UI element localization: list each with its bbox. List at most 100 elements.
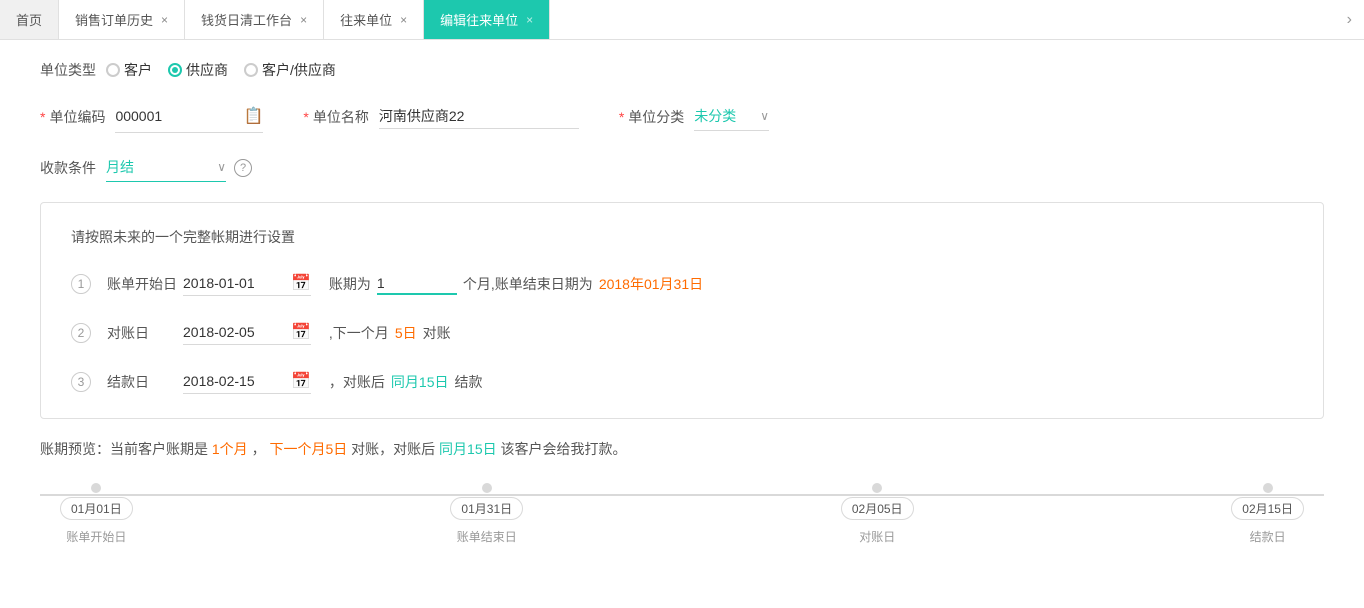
tl-point-1: 01月31日 账单结束日 <box>450 483 523 545</box>
unit-code-input-wrap: 📋 <box>115 100 263 133</box>
tab-cash-work[interactable]: 钱货日清工作台 × <box>185 0 324 39</box>
tab-cash-work-label: 钱货日清工作台 <box>201 10 292 29</box>
radio-customer-circle <box>106 63 120 77</box>
help-icon[interactable]: ? <box>234 159 252 177</box>
section-title: 请按照未来的一个完整帐期进行设置 <box>71 227 1293 247</box>
unit-name-star: * <box>303 109 308 125</box>
tab-home-label: 首页 <box>16 10 42 29</box>
tl-desc-0: 账单开始日 <box>66 528 126 545</box>
row-number-3: 3 <box>71 372 91 392</box>
row-highlight-3: 同月15日 <box>391 372 449 392</box>
payment-row: 收款条件 月结 ∨ ? <box>40 153 1324 182</box>
tab-partner-unit[interactable]: 往来单位 × <box>324 0 424 39</box>
payment-chevron-icon: ∨ <box>217 160 226 174</box>
unit-details-row: * 单位编码 📋 * 单位名称 * 单位分类 未分类 ∨ <box>40 100 1324 133</box>
tab-sales-history-label: 销售订单历史 <box>75 10 153 29</box>
row-middle-text-1: 账期为 <box>329 274 371 294</box>
calendar-icon-2[interactable]: 📅 <box>291 322 311 342</box>
unit-code-group: * 单位编码 📋 <box>40 100 263 133</box>
unit-category-select[interactable]: 未分类 ∨ <box>694 102 769 131</box>
radio-supplier[interactable]: 供应商 <box>168 60 228 80</box>
calendar-icon-1[interactable]: 📅 <box>291 273 311 293</box>
tl-dot-3 <box>1263 483 1273 493</box>
calendar-icon-3[interactable]: 📅 <box>291 371 311 391</box>
period-input[interactable] <box>377 273 457 295</box>
preview-part3: 同月15日 <box>439 441 497 457</box>
tab-home[interactable]: 首页 <box>0 0 59 39</box>
unit-code-icon[interactable]: 📋 <box>243 106 263 126</box>
row-highlight-1: 2018年01月31日 <box>599 274 703 294</box>
preview-part2: 下一个月5日 <box>269 441 347 457</box>
row-suffix-before-3: ，对账后 <box>329 372 385 392</box>
tl-point-3: 02月15日 结款日 <box>1231 483 1304 545</box>
payment-label: 收款条件 <box>40 158 96 178</box>
payment-group: 收款条件 月结 ∨ ? <box>40 153 252 182</box>
tl-point-0: 01月01日 账单开始日 <box>60 483 133 545</box>
row-suffix-before-2: ,下一个月 <box>329 323 389 343</box>
date-input-3[interactable] <box>183 373 283 389</box>
date-input-wrap-3: 📅 <box>183 369 311 394</box>
tab-arrow[interactable]: › <box>1335 11 1364 29</box>
unit-category-label: 单位分类 <box>628 107 684 127</box>
row-number-1: 1 <box>71 274 91 294</box>
preview-label: 账期预览：当前客户账期是 <box>40 441 208 457</box>
main-content: 单位类型 客户 供应商 客户/供应商 * 单位编码 <box>0 40 1364 608</box>
unit-code-label: 单位编码 <box>49 107 105 127</box>
row-suffix-1: 个月,账单结束日期为 <box>463 274 593 294</box>
tab-bar: 首页 销售订单历史 × 钱货日清工作台 × 往来单位 × 编辑往来单位 × › <box>0 0 1364 40</box>
row-highlight-2: 5日 <box>395 323 417 343</box>
timeline-row-3: 3 结款日 📅 ，对账后 同月15日 结款 <box>71 369 1293 394</box>
tab-sales-history-close[interactable]: × <box>161 13 168 27</box>
tl-date-2: 02月05日 <box>841 497 914 520</box>
radio-supplier-label: 供应商 <box>186 60 228 80</box>
setting-section: 请按照未来的一个完整帐期进行设置 1 账单开始日 📅 账期为 个月,账单结束日期… <box>40 202 1324 419</box>
preview-comma: ， <box>252 441 266 457</box>
radio-supplier-circle <box>168 63 182 77</box>
timeline-row-2: 2 对账日 📅 ,下一个月 5日 对账 <box>71 320 1293 345</box>
tab-partner-unit-close[interactable]: × <box>400 13 407 27</box>
tab-edit-partner-close[interactable]: × <box>526 13 533 27</box>
tab-edit-partner[interactable]: 编辑往来单位 × <box>424 0 550 39</box>
preview-middle: 对账，对账后 <box>351 441 435 457</box>
unit-name-label: 单位名称 <box>313 107 369 127</box>
tl-dot-2 <box>872 483 882 493</box>
tab-sales-history[interactable]: 销售订单历史 × <box>59 0 185 39</box>
radio-both[interactable]: 客户/供应商 <box>244 60 336 80</box>
payment-value: 月结 <box>106 157 211 177</box>
unit-category-group: * 单位分类 未分类 ∨ <box>619 102 769 131</box>
tl-dot-1 <box>482 483 492 493</box>
date-input-wrap-1: 📅 <box>183 271 311 296</box>
timeline-row-1: 1 账单开始日 📅 账期为 个月,账单结束日期为 2018年01月31日 <box>71 271 1293 296</box>
unit-code-star: * <box>40 109 45 125</box>
tab-edit-partner-label: 编辑往来单位 <box>440 10 518 29</box>
row-label-3: 结款日 <box>107 372 167 392</box>
unit-name-input[interactable] <box>379 104 579 129</box>
row-suffix-after-3: 结款 <box>455 372 483 392</box>
row-suffix-after-2: 对账 <box>423 323 451 343</box>
preview-part1: 1个月 <box>212 441 248 457</box>
radio-group: 客户 供应商 客户/供应商 <box>106 60 336 80</box>
radio-customer-label: 客户 <box>124 60 152 80</box>
unit-type-label: 单位类型 <box>40 60 96 80</box>
tab-cash-work-close[interactable]: × <box>300 13 307 27</box>
tl-desc-2: 对账日 <box>859 528 895 545</box>
timeline-points: 01月01日 账单开始日 01月31日 账单结束日 02月05日 对账日 02月… <box>60 483 1304 545</box>
unit-category-value: 未分类 <box>694 106 754 126</box>
unit-category-star: * <box>619 109 624 125</box>
tl-date-3: 02月15日 <box>1231 497 1304 520</box>
tl-desc-3: 结款日 <box>1250 528 1286 545</box>
unit-code-input[interactable] <box>115 104 235 128</box>
row-label-2: 对账日 <box>107 323 167 343</box>
payment-dropdown[interactable]: 月结 ∨ <box>106 153 226 182</box>
date-input-2[interactable] <box>183 324 283 340</box>
timeline-bar: 01月01日 账单开始日 01月31日 账单结束日 02月05日 对账日 02月… <box>40 483 1324 545</box>
unit-name-group: * 单位名称 <box>303 104 578 129</box>
radio-both-label: 客户/供应商 <box>262 60 336 80</box>
radio-customer[interactable]: 客户 <box>106 60 152 80</box>
tl-desc-1: 账单结束日 <box>457 528 517 545</box>
radio-both-circle <box>244 63 258 77</box>
date-input-1[interactable] <box>183 275 283 291</box>
tl-point-2: 02月05日 对账日 <box>841 483 914 545</box>
unit-type-group: 单位类型 客户 供应商 客户/供应商 <box>40 60 336 80</box>
tab-partner-unit-label: 往来单位 <box>340 10 392 29</box>
